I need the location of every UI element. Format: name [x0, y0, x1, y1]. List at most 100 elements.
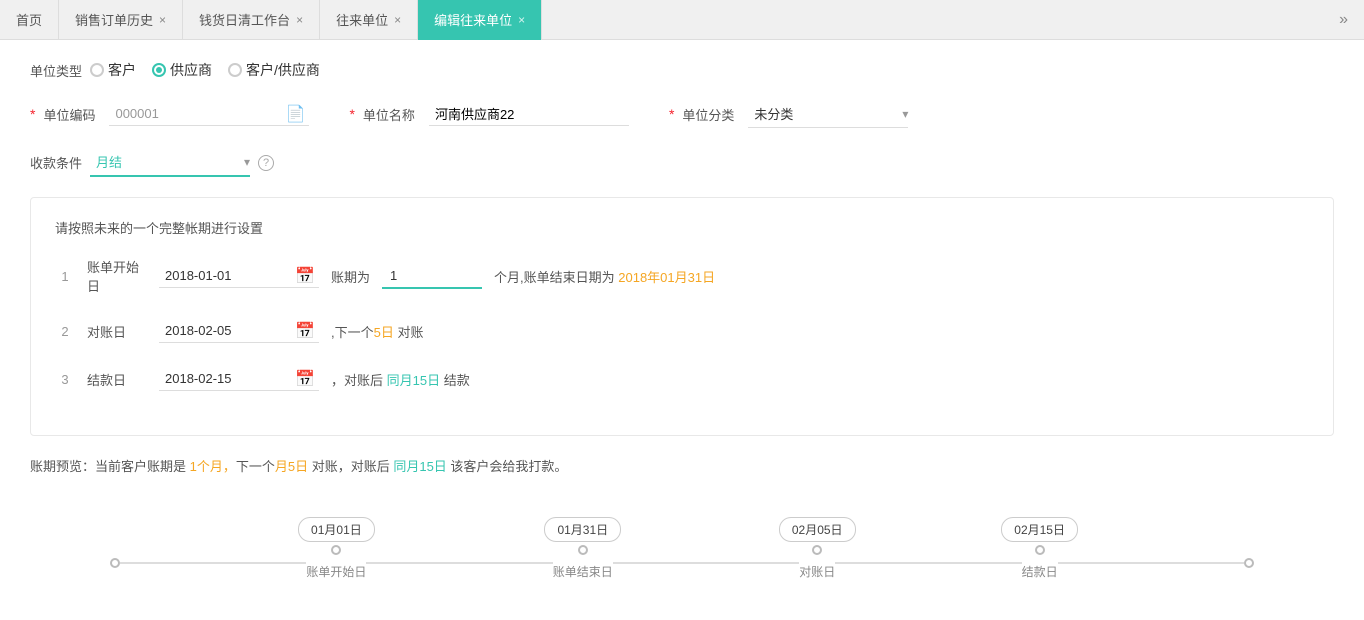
- period-prefix: 账期为: [331, 267, 370, 286]
- timeline-label-4: 结款日: [1022, 563, 1058, 580]
- timeline-dot-3: [812, 545, 822, 555]
- unit-name-label: 单位名称: [363, 105, 415, 124]
- settings-title: 请按照未来的一个完整帐期进行设置: [55, 218, 1309, 237]
- radio-circle-customer: [90, 63, 104, 77]
- period-value-input[interactable]: [382, 264, 482, 289]
- radio-circle-supplier: [152, 63, 166, 77]
- payment-desc: ，对账后 同月15日 结款: [331, 370, 470, 389]
- reconcile-date-calendar-icon[interactable]: 📅: [291, 321, 319, 341]
- period-suffix: 个月,账单结束日期为 2018年01月31日: [494, 267, 715, 286]
- unit-category-label: 单位分类: [682, 105, 734, 124]
- preview-text: 账期预览：当前客户账期是 1个月，下一个月5日 对账，对账后 同月15日 该客户…: [30, 456, 1334, 475]
- timeline-pill-3: 02月05日: [779, 517, 856, 542]
- payment-date-calendar-icon[interactable]: 📅: [291, 369, 319, 389]
- unit-details-row: * 单位编码 📄 * 单位名称 * 单位分类 未分类 ▾: [30, 100, 1334, 128]
- timeline-pill-4: 02月15日: [1001, 517, 1078, 542]
- row-label-2: 对账日: [87, 322, 147, 341]
- tab-partner[interactable]: 往来单位 ×: [320, 0, 418, 40]
- radio-label-supplier: 供应商: [170, 60, 212, 80]
- row-num-2: 2: [55, 324, 75, 339]
- payment-help-icon[interactable]: ?: [258, 155, 274, 171]
- payment-condition-select[interactable]: 月结 ▾: [90, 148, 250, 177]
- tab-home[interactable]: 首页: [8, 0, 59, 40]
- row-num-3: 3: [55, 372, 75, 387]
- preview-highlight2: 月5日: [275, 459, 308, 474]
- payment-condition-row: 收款条件 月结 ▾ ?: [30, 148, 1334, 177]
- tab-edit-partner[interactable]: 编辑往来单位 ×: [418, 0, 542, 40]
- unit-code-icon[interactable]: 📄: [282, 104, 310, 124]
- payment-date-input[interactable]: [159, 367, 291, 390]
- unit-category-value: 未分类: [748, 100, 902, 127]
- payment-condition-chevron[interactable]: ▾: [244, 155, 250, 169]
- payment-condition-value: 月结: [90, 148, 244, 175]
- timeline-label-3: 对账日: [799, 563, 835, 580]
- preview-highlight3: 同月15日: [393, 459, 446, 474]
- reconcile-highlight: 5日: [374, 325, 394, 340]
- tab-bar: 首页 销售订单历史 × 钱货日清工作台 × 往来单位 × 编辑往来单位 × »: [0, 0, 1364, 40]
- timeline-segment-3: [613, 562, 799, 564]
- tab-sales-history[interactable]: 销售订单历史 ×: [59, 0, 183, 40]
- timeline-left-dot: [110, 558, 120, 568]
- radio-customer[interactable]: 客户: [90, 60, 136, 80]
- radio-label-customer: 客户: [108, 60, 136, 80]
- radio-label-customer-supplier: 客户/供应商: [246, 60, 320, 80]
- timeline-dot-1: [331, 545, 341, 555]
- setting-row-2: 2 对账日 📅 ,下一个5日 对账: [55, 319, 1309, 343]
- timeline-pill-1: 01月01日: [298, 517, 375, 542]
- timeline-label-1: 账单开始日: [306, 563, 366, 580]
- timeline-segment-2: [366, 562, 552, 564]
- unit-name-input[interactable]: [429, 102, 629, 126]
- timeline-segment-4: [835, 562, 1021, 564]
- unit-code-input-wrapper: 📄: [109, 102, 309, 126]
- start-date-input-box: 📅: [159, 264, 319, 288]
- timeline-node-3: 02月05日 对账日: [799, 545, 835, 580]
- timeline-right-dot: [1244, 558, 1254, 568]
- unit-name-field: * 单位名称: [349, 102, 628, 126]
- payment-date-input-box: 📅: [159, 367, 319, 391]
- unit-code-label: 单位编码: [43, 105, 95, 124]
- start-date-input[interactable]: [159, 264, 291, 287]
- timeline-dot-2: [578, 545, 588, 555]
- reconcile-date-input-box: 📅: [159, 319, 319, 343]
- preview-highlight1: 1个月，: [190, 459, 236, 474]
- tab-cash-work[interactable]: 钱货日清工作台 ×: [183, 0, 320, 40]
- tab-close-sales-history[interactable]: ×: [159, 13, 166, 27]
- tab-close-cash-work[interactable]: ×: [296, 13, 303, 27]
- timeline-dot-4: [1035, 545, 1045, 555]
- unit-category-select-wrapper: 未分类 ▾: [748, 100, 908, 128]
- reconcile-date-input[interactable]: [159, 319, 291, 342]
- unit-code-field: * 单位编码 📄: [30, 102, 309, 126]
- main-content: 单位类型 客户 供应商 客户/供应商 * 单位编码 📄: [0, 40, 1364, 620]
- settings-box: 请按照未来的一个完整帐期进行设置 1 账单开始日 📅 账期为 个月,账单结束日期…: [30, 197, 1334, 436]
- timeline-pill-2: 01月31日: [544, 517, 621, 542]
- setting-row-1: 1 账单开始日 📅 账期为 个月,账单结束日期为 2018年01月31日: [55, 257, 1309, 295]
- tab-expand-button[interactable]: »: [1331, 11, 1356, 29]
- tab-close-edit-partner[interactable]: ×: [518, 13, 525, 27]
- radio-customer-supplier[interactable]: 客户/供应商: [228, 60, 320, 80]
- reconcile-desc: ,下一个5日 对账: [331, 322, 423, 341]
- timeline-node-2: 01月31日 账单结束日: [553, 545, 613, 580]
- timeline-wrapper: 01月01日 账单开始日 01月31日 账单结束日 02月05日 对账日: [30, 495, 1334, 600]
- start-date-calendar-icon[interactable]: 📅: [291, 266, 319, 286]
- unit-type-label: 单位类型: [30, 61, 82, 80]
- unit-code-input[interactable]: [109, 102, 281, 125]
- tab-close-partner[interactable]: ×: [394, 13, 401, 27]
- radio-circle-customer-supplier: [228, 63, 242, 77]
- radio-supplier[interactable]: 供应商: [152, 60, 212, 80]
- payment-condition-label: 收款条件: [30, 153, 82, 172]
- end-date-highlight: 2018年01月31日: [618, 270, 715, 285]
- row-label-3: 结款日: [87, 370, 147, 389]
- unit-category-field: * 单位分类 未分类 ▾: [669, 100, 908, 128]
- timeline-segment-1: [120, 562, 306, 564]
- timeline-segment-5: [1058, 562, 1244, 564]
- unit-category-chevron[interactable]: ▾: [902, 107, 908, 121]
- timeline-node-1: 01月01日 账单开始日: [306, 545, 366, 580]
- timeline-label-2: 账单结束日: [553, 563, 613, 580]
- row-label-1: 账单开始日: [87, 257, 147, 295]
- setting-row-3: 3 结款日 📅 ，对账后 同月15日 结款: [55, 367, 1309, 391]
- payment-highlight: 同月15日: [387, 373, 440, 388]
- timeline-node-4: 02月15日 结款日: [1022, 545, 1058, 580]
- unit-type-radio-group: 客户 供应商 客户/供应商: [90, 60, 320, 80]
- row-num-1: 1: [55, 269, 75, 284]
- unit-type-row: 单位类型 客户 供应商 客户/供应商: [30, 60, 1334, 80]
